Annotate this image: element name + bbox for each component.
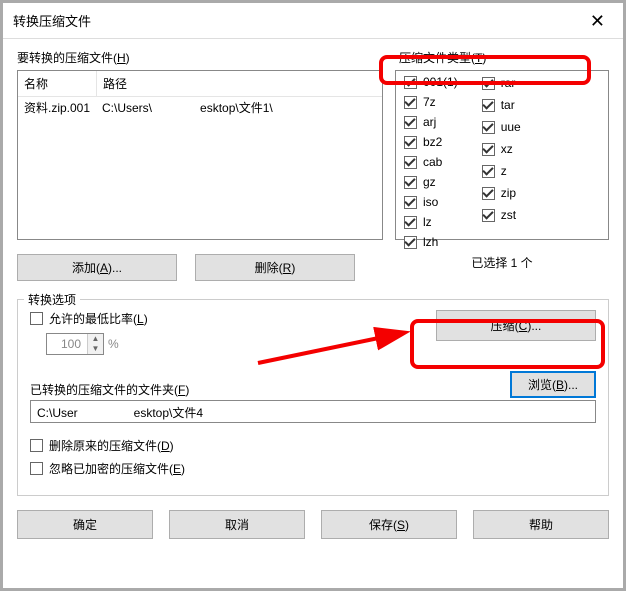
redacted-block [152, 102, 200, 115]
save-button[interactable]: 保存(S) [321, 510, 457, 539]
checkbox-icon [482, 121, 495, 134]
checkbox-icon [404, 136, 417, 149]
checkbox-icon [404, 96, 417, 109]
window-title: 转换压缩文件 [13, 11, 91, 30]
checkbox-icon [404, 216, 417, 229]
spinner-down-icon[interactable]: ▼ [88, 344, 103, 354]
type-checkbox-tar[interactable]: tar [482, 97, 521, 113]
type-checkbox-lz[interactable]: lz [404, 215, 458, 229]
type-label: bz2 [423, 135, 442, 149]
options-legend: 转换选项 [24, 291, 80, 308]
checkbox-icon [404, 236, 417, 249]
type-label: zst [501, 208, 516, 222]
selected-count: 已选择 1 个 [395, 254, 609, 271]
output-folder-input[interactable]: C:\Useresktop\文件4 [30, 400, 596, 423]
row-path: C:\Users\esktop\文件1\ [102, 99, 376, 116]
checkbox-icon [482, 99, 495, 112]
allow-low-ratio-checkbox[interactable]: 允许的最低比率(L) [30, 310, 436, 327]
type-checkbox-zst[interactable]: zst [482, 207, 521, 223]
type-checkbox-xz[interactable]: xz [482, 141, 521, 157]
browse-button[interactable]: 浏览(B)... [510, 371, 596, 398]
source-label: 要转换的压缩文件(H) [17, 49, 383, 66]
percent-label: % [108, 337, 119, 351]
type-checkbox-uue[interactable]: uue [482, 119, 521, 135]
checkbox-icon [404, 176, 417, 189]
types-col-b: rar tar uue xz z zip zst [482, 75, 521, 235]
checkbox-icon [30, 439, 43, 452]
type-label: lzh [423, 235, 438, 249]
type-checkbox-bz2[interactable]: bz2 [404, 135, 458, 149]
titlebar: 转换压缩文件 ✕ [3, 3, 623, 39]
help-button[interactable]: 帮助 [473, 510, 609, 539]
add-button[interactable]: 添加(A)... [17, 254, 177, 281]
folder-label: 已转换的压缩文件的文件夹(F) [30, 381, 502, 398]
row-name: 资料.zip.001 [24, 99, 102, 116]
checkbox-icon [482, 77, 495, 90]
checkbox-icon [404, 76, 417, 89]
types-label: 压缩文件类型(T) [395, 49, 609, 66]
ratio-stepper[interactable]: 100 ▲ ▼ [46, 333, 104, 355]
dialog-window: 转换压缩文件 ✕ 要转换的压缩文件(H) 名称 路径 资料.zip.001 [0, 0, 626, 591]
checkbox-icon [30, 312, 43, 325]
col-name[interactable]: 名称 [18, 71, 96, 96]
type-label: rar [501, 76, 516, 90]
checkbox-icon [30, 462, 43, 475]
bottom-buttons: 确定 取消 保存(S) 帮助 [3, 500, 623, 539]
delete-button[interactable]: 删除(R) [195, 254, 355, 281]
types-col-a: 001(1)7zarjbz2cabgzisolzlzh [404, 75, 458, 235]
checkbox-icon [482, 143, 495, 156]
type-checkbox-cab[interactable]: cab [404, 155, 458, 169]
source-file-list[interactable]: 名称 路径 资料.zip.001 C:\Users\esktop\文件1\ [17, 70, 383, 240]
checkbox-icon [482, 165, 495, 178]
type-label: z [501, 164, 507, 178]
type-label: tar [501, 98, 515, 112]
type-label: cab [423, 155, 442, 169]
options-fieldset: 转换选项 允许的最低比率(L) 100 ▲ ▼ [17, 299, 609, 496]
type-label: xz [501, 142, 513, 156]
list-header: 名称 路径 [18, 71, 382, 97]
cancel-button[interactable]: 取消 [169, 510, 305, 539]
ok-button[interactable]: 确定 [17, 510, 153, 539]
checkbox-icon [482, 209, 495, 222]
checkbox-icon [404, 196, 417, 209]
redacted-block [78, 407, 134, 420]
checkbox-icon [404, 156, 417, 169]
delete-original-checkbox[interactable]: 删除原来的压缩文件(D) [30, 437, 596, 454]
type-checkbox-zip[interactable]: zip [482, 185, 521, 201]
type-label: arj [423, 115, 436, 129]
type-label: gz [423, 175, 436, 189]
type-label: zip [501, 186, 516, 200]
type-label: 7z [423, 95, 436, 109]
checkbox-icon [404, 116, 417, 129]
type-label: lz [423, 215, 432, 229]
checkbox-icon [482, 187, 495, 200]
ignore-encrypted-checkbox[interactable]: 忽略已加密的压缩文件(E) [30, 460, 596, 477]
col-path[interactable]: 路径 [97, 71, 382, 96]
type-label: 001(1) [423, 75, 458, 89]
file-types-box: 001(1)7zarjbz2cabgzisolzlzh rartaruuexzz… [395, 70, 609, 240]
type-checkbox-z[interactable]: z [482, 163, 521, 179]
type-checkbox-lzh[interactable]: lzh [404, 235, 458, 249]
spinner-up-icon[interactable]: ▲ [88, 334, 103, 344]
type-checkbox-rar[interactable]: rar [482, 75, 521, 91]
ratio-value: 100 [47, 334, 87, 354]
type-checkbox-arj[interactable]: arj [404, 115, 458, 129]
type-checkbox-7z[interactable]: 7z [404, 95, 458, 109]
close-icon[interactable]: ✕ [582, 8, 613, 34]
table-row[interactable]: 资料.zip.001 C:\Users\esktop\文件1\ [18, 97, 382, 118]
compress-button[interactable]: 压缩(C)... [436, 310, 596, 341]
type-checkbox-0011[interactable]: 001(1) [404, 75, 458, 89]
type-label: iso [423, 195, 438, 209]
type-label: uue [501, 120, 521, 134]
type-checkbox-iso[interactable]: iso [404, 195, 458, 209]
type-checkbox-gz[interactable]: gz [404, 175, 458, 189]
